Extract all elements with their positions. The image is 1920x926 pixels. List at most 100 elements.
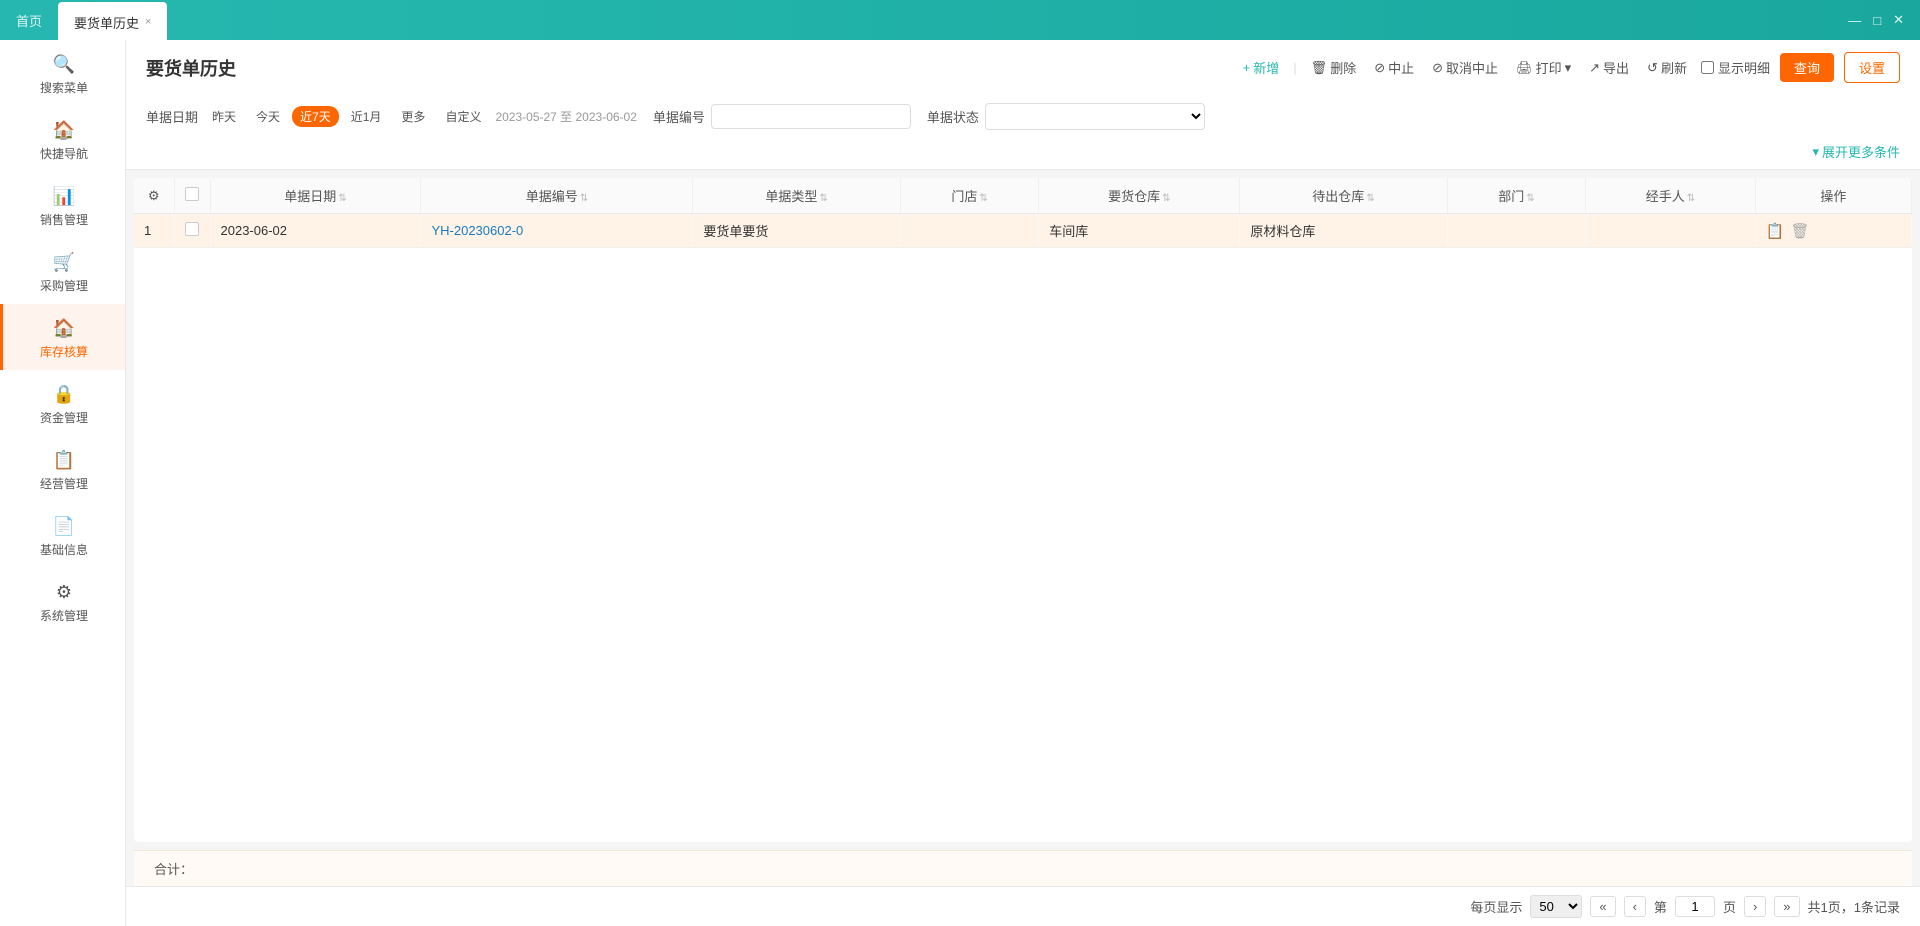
date-tab-7days[interactable]: 近7天	[292, 106, 339, 127]
row-delete-icon[interactable]: 🗑	[1791, 222, 1810, 240]
row-doc-no[interactable]: YH-20230602-0	[421, 214, 693, 248]
status-select[interactable]	[985, 103, 1205, 130]
date-tab-yesterday[interactable]: 昨天	[204, 106, 244, 127]
page-size-label: 每页显示	[1470, 897, 1522, 916]
col-pending-warehouse-header: 待出仓库⇅	[1240, 178, 1447, 214]
date-tab-custom[interactable]: 自定义	[437, 106, 489, 127]
pagination-bar: 每页显示 10 20 50 100 « ‹ 第 页 › » 共1页，1条记录	[126, 886, 1920, 926]
date-tab-today[interactable]: 今天	[248, 106, 288, 127]
doc-type-sort-icon[interactable]: ⇅	[819, 193, 827, 204]
sidebar-item-purchase[interactable]: 🛒 采购管理	[0, 238, 125, 304]
row-edit-icon[interactable]: 📋	[1766, 222, 1785, 240]
delete-button[interactable]: 🗑 删除	[1307, 56, 1361, 79]
sidebar-item-inventory[interactable]: 🏠 库存核算	[0, 304, 125, 370]
refresh-label: 刷新	[1661, 58, 1687, 77]
date-sort-icon[interactable]: ⇅	[338, 193, 346, 204]
refresh-icon: ↺	[1647, 60, 1658, 76]
last-page-btn[interactable]: »	[1774, 896, 1799, 917]
status-filter-group: 单据状态	[927, 103, 1205, 130]
handler-sort-icon[interactable]: ⇅	[1687, 193, 1695, 204]
row-date: 2023-06-02	[210, 214, 421, 248]
finance-icon: 🔒	[53, 384, 75, 405]
print-dropdown-icon: ▾	[1565, 60, 1572, 76]
doc-no-link[interactable]: YH-20230602-0	[431, 223, 523, 238]
print-icon: 🖨	[1516, 60, 1533, 76]
sidebar-item-operation[interactable]: 📋 经营管理	[0, 436, 125, 502]
sidebar-label-operation: 经营管理	[40, 475, 88, 492]
row-req-warehouse: 车间库	[1039, 214, 1240, 248]
refresh-button[interactable]: ↺ 刷新	[1643, 56, 1691, 79]
date-range-display: 2023-05-27 至 2023-06-02	[495, 108, 636, 125]
export-label: 导出	[1603, 58, 1629, 77]
expand-button[interactable]: ▾ 展开更多条件	[1812, 142, 1900, 161]
page-number-input[interactable]	[1675, 896, 1715, 917]
table-header-row: ⚙ 单据日期⇅ 单据编号⇅ 单据类型⇅	[134, 178, 1912, 214]
sidebar-item-basic[interactable]: 📄 基础信息	[0, 502, 125, 568]
pending-wh-sort-icon[interactable]: ⇅	[1366, 193, 1374, 204]
query-label: 查询	[1794, 58, 1820, 77]
sidebar-item-sales[interactable]: 📊 销售管理	[0, 172, 125, 238]
col-department-header: 部门⇅	[1447, 178, 1585, 214]
sidebar-item-search[interactable]: 🔍 搜索菜单	[0, 40, 125, 106]
col-settings-header[interactable]: ⚙	[134, 178, 174, 214]
home-icon: 🏠	[53, 120, 75, 141]
action-group: 📋 🗑	[1766, 222, 1901, 240]
show-detail-checkbox[interactable]	[1701, 61, 1714, 74]
date-filter-group: 单据日期 昨天 今天 近7天 近1月 更多 自定义 2023-05-27 至 2…	[146, 106, 637, 127]
new-button[interactable]: + 新增	[1239, 56, 1284, 79]
tab-close-icon[interactable]: ×	[145, 16, 151, 28]
settings-button[interactable]: 设置	[1844, 52, 1900, 83]
row-checkbox-cell[interactable]	[174, 214, 210, 248]
page-size-select[interactable]: 10 20 50 100	[1530, 895, 1582, 918]
stop-button[interactable]: ⊘ 中止	[1370, 56, 1418, 79]
window-max-btn[interactable]: □	[1873, 13, 1881, 28]
row-doc-type: 要货单要货	[693, 214, 900, 248]
delete-label: 删除	[1330, 58, 1356, 77]
date-tab-more[interactable]: 更多	[393, 106, 433, 127]
tab-requisition-history[interactable]: 要货单历史 ×	[58, 2, 167, 42]
settings-label: 设置	[1859, 58, 1885, 77]
row-index: 1	[134, 214, 174, 248]
total-pages-info: 共1页，1条记录	[1808, 897, 1900, 916]
export-button[interactable]: ↗ 导出	[1585, 56, 1633, 79]
tab-home[interactable]: 首页	[0, 0, 58, 40]
purchase-icon: 🛒	[53, 252, 75, 273]
sidebar-label-basic: 基础信息	[40, 541, 88, 558]
col-store-header: 门店⇅	[900, 178, 1038, 214]
window-min-btn[interactable]: —	[1848, 13, 1861, 28]
row-department	[1447, 214, 1585, 248]
print-button[interactable]: 🖨 打印 ▾	[1512, 56, 1575, 79]
first-page-btn[interactable]: «	[1590, 896, 1615, 917]
sidebar-item-finance[interactable]: 🔒 资金管理	[0, 370, 125, 436]
date-tab-1month[interactable]: 近1月	[343, 106, 390, 127]
req-wh-sort-icon[interactable]: ⇅	[1162, 193, 1170, 204]
top-tabs: 首页 要货单历史 ×	[0, 0, 1848, 40]
select-all-checkbox[interactable]	[185, 187, 199, 201]
tab-requisition-label: 要货单历史	[74, 13, 139, 32]
dept-sort-icon[interactable]: ⇅	[1526, 193, 1534, 204]
sidebar-item-system[interactable]: ⚙ 系统管理	[0, 568, 125, 634]
row-handler	[1586, 214, 1756, 248]
doc-no-sort-icon[interactable]: ⇅	[580, 193, 588, 204]
col-checkbox-header[interactable]	[174, 178, 210, 214]
expand-icon: ▾	[1812, 144, 1819, 160]
sidebar-item-nav[interactable]: 🏠 快捷导航	[0, 106, 125, 172]
show-detail-label: 显示明细	[1718, 58, 1770, 77]
table-row: 1 2023-06-02 YH-20230602-0 要货单要货 车间库 原材料…	[134, 214, 1912, 248]
date-filter-tabs: 昨天 今天 近7天 近1月 更多 自定义	[204, 106, 489, 127]
cancel-stop-button[interactable]: ⊘ 取消中止	[1428, 56, 1502, 79]
new-label: 新增	[1253, 58, 1279, 77]
store-sort-icon[interactable]: ⇅	[979, 193, 987, 204]
show-detail-toggle[interactable]: 显示明细	[1701, 58, 1770, 77]
row-checkbox[interactable]	[185, 222, 199, 236]
sidebar-label-search: 搜索菜单	[40, 79, 88, 96]
col-doc-no-header: 单据编号⇅	[421, 178, 693, 214]
window-close-btn[interactable]: ✕	[1893, 12, 1904, 28]
query-button[interactable]: 查询	[1780, 53, 1834, 82]
sales-icon: 📊	[53, 186, 75, 207]
delete-icon: 🗑	[1311, 60, 1328, 76]
next-page-btn[interactable]: ›	[1744, 896, 1766, 917]
doc-no-input[interactable]	[711, 104, 911, 129]
col-handler-header: 经手人⇅	[1586, 178, 1756, 214]
prev-page-btn[interactable]: ‹	[1624, 896, 1646, 917]
